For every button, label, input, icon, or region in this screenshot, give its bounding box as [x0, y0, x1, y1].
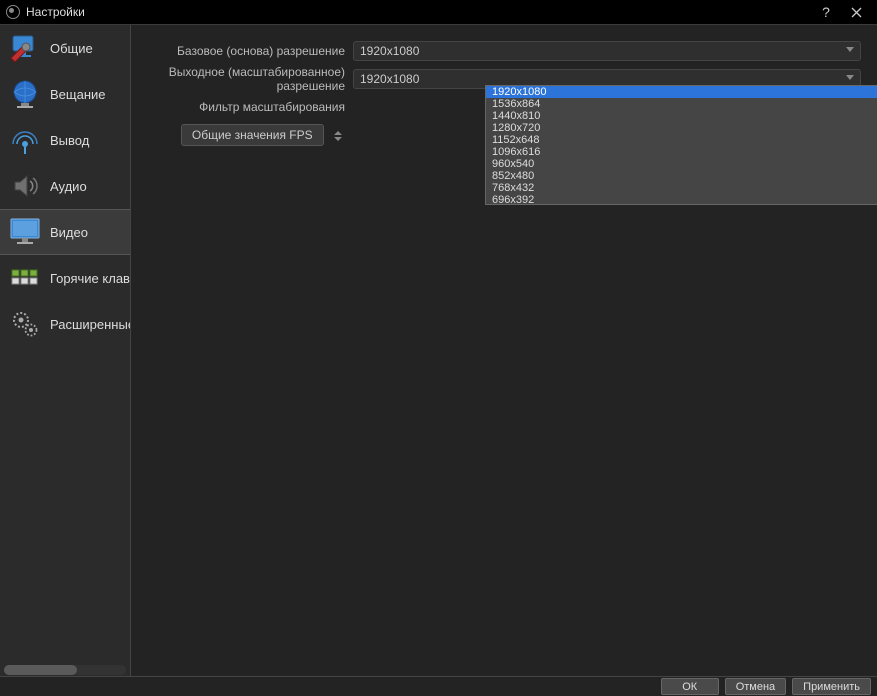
base-resolution-combo[interactable]: 1920x1080 [353, 41, 861, 61]
sidebar-item-video[interactable]: Видео [0, 209, 130, 255]
sidebar-item-label: Расширенные [50, 317, 130, 332]
sidebar-scrollbar[interactable] [4, 665, 126, 675]
monitor-icon [8, 215, 42, 249]
sidebar: Общие Вещание Вы [0, 25, 131, 677]
chevron-down-icon [846, 75, 854, 80]
signal-icon [8, 123, 42, 157]
globe-icon [8, 77, 42, 111]
fps-spinner[interactable] [331, 130, 345, 142]
fps-button[interactable]: Общие значения FPS [181, 124, 324, 146]
chevron-down-icon [334, 137, 342, 141]
fps-label: Общие значения FPS [192, 128, 313, 142]
cancel-button[interactable]: Отмена [725, 678, 786, 695]
sidebar-item-audio[interactable]: Аудио [0, 163, 130, 209]
sidebar-item-advanced[interactable]: Расширенные [0, 301, 130, 347]
chevron-down-icon [846, 47, 854, 52]
sidebar-item-hotkeys[interactable]: Горячие клавиши [0, 255, 130, 301]
keyboard-icon [8, 261, 42, 295]
window-title: Настройки [26, 5, 85, 19]
titlebar: Настройки ? [0, 0, 877, 24]
wrench-icon [8, 31, 42, 65]
base-resolution-value: 1920x1080 [360, 44, 419, 58]
sidebar-item-stream[interactable]: Вещание [0, 71, 130, 117]
ok-button[interactable]: ОК [661, 678, 719, 695]
speaker-icon [8, 169, 42, 203]
resolution-option[interactable]: 960x540 [486, 158, 877, 170]
help-button[interactable]: ? [811, 0, 841, 24]
app-icon [6, 5, 20, 19]
resolution-option[interactable]: 696x392 [486, 194, 877, 204]
main-area: Общие Вещание Вы [0, 24, 877, 677]
resolution-option[interactable]: 1280x720 [486, 122, 877, 134]
chevron-up-icon [334, 131, 342, 135]
base-resolution-label: Базовое (основа) разрешение [147, 44, 353, 58]
apply-button[interactable]: Применить [792, 678, 871, 695]
resolution-option[interactable]: 852x480 [486, 170, 877, 182]
sidebar-item-general[interactable]: Общие [0, 25, 130, 71]
close-button[interactable] [841, 0, 871, 24]
sidebar-item-label: Общие [50, 41, 130, 56]
resolution-dropdown: 1920x10801536x8641440x8101280x7201152x64… [485, 85, 877, 205]
scrollbar-thumb[interactable] [4, 665, 77, 675]
sidebar-item-label: Видео [50, 225, 130, 240]
resolution-option[interactable]: 768x432 [486, 182, 877, 194]
resolution-option[interactable]: 1440x810 [486, 110, 877, 122]
gears-icon [8, 307, 42, 341]
resolution-option[interactable]: 1920x1080 [486, 86, 877, 98]
output-resolution-label: Выходное (масштабированное) разрешение [147, 65, 353, 93]
dialog-footer: ОК Отмена Применить [0, 677, 877, 696]
resolution-option[interactable]: 1152x648 [486, 134, 877, 146]
output-resolution-value: 1920x1080 [360, 72, 419, 86]
resolution-option[interactable]: 1536x864 [486, 98, 877, 110]
sidebar-item-label: Горячие клавиши [50, 271, 130, 286]
sidebar-item-label: Аудио [50, 179, 130, 194]
scale-filter-label: Фильтр масштабирования [147, 100, 353, 114]
sidebar-item-output[interactable]: Вывод [0, 117, 130, 163]
sidebar-item-label: Вещание [50, 87, 130, 102]
sidebar-item-label: Вывод [50, 133, 130, 148]
content-panel: Базовое (основа) разрешение 1920x1080 Вы… [131, 25, 877, 677]
resolution-option[interactable]: 1096x616 [486, 146, 877, 158]
